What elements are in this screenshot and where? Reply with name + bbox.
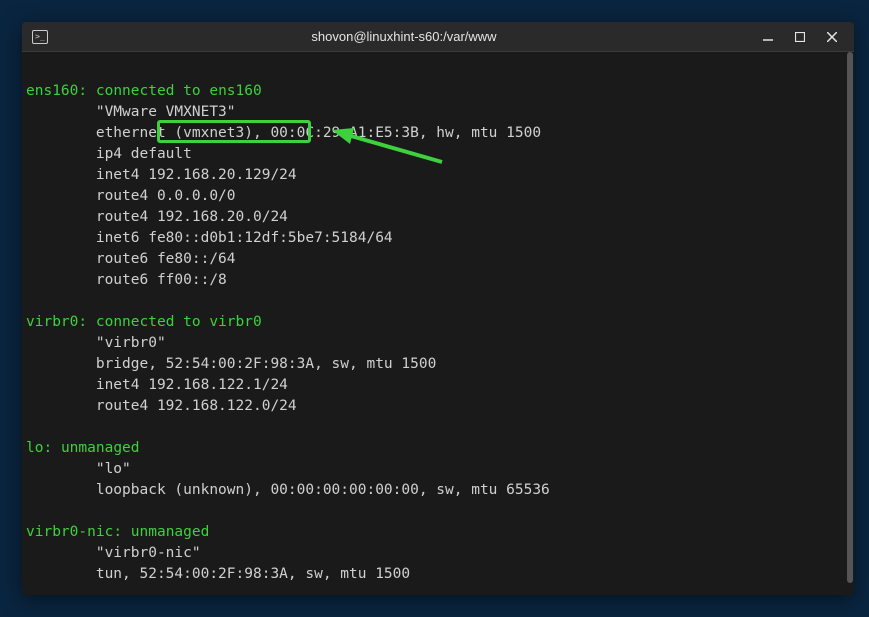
terminal-icon: >_ [32,30,48,44]
output-line: ip4 default [96,146,192,162]
output-line: "virbr0" [96,335,166,351]
output-line: route6 ff00::/8 [96,272,227,288]
close-button[interactable] [824,29,840,45]
terminal-content[interactable]: ens160: connected to ens160 "VMware VMXN… [22,52,854,595]
scrollbar[interactable] [847,52,853,594]
titlebar: >_ shovon@linuxhint-s60:/var/www [22,22,854,52]
output-line: "virbr0-nic" [96,545,201,561]
interface-header: virbr0-nic: unmanaged [26,524,209,540]
interface-header: virbr0: connected to virbr0 [26,314,262,330]
output-line: route6 fe80::/64 [96,251,236,267]
output-line: route4 192.168.20.0/24 [96,209,288,225]
window-controls [760,29,848,45]
scrollbar-thumb[interactable] [847,52,853,583]
output-line: inet4 192.168.122.1/24 [96,377,288,393]
output-line: inet6 fe80::d0b1:12df:5be7:5184/64 [96,230,393,246]
output-line: "lo" [96,461,131,477]
output-line: inet4 192.168.20.129/24 [96,167,297,183]
output-line: "VMware VMXNET3" [96,104,236,120]
output-line: bridge, 52:54:00:2F:98:3A, sw, mtu 1500 [96,356,436,372]
terminal-window: >_ shovon@linuxhint-s60:/var/www ens160:… [22,22,854,595]
interface-header: ens160: connected to ens160 [26,83,262,99]
output-line: route4 192.168.122.0/24 [96,398,297,414]
window-title: shovon@linuxhint-s60:/var/www [48,29,760,44]
output-line: tun, 52:54:00:2F:98:3A, sw, mtu 1500 [96,566,410,582]
maximize-button[interactable] [792,29,808,45]
output-line: loopback (unknown), 00:00:00:00:00:00, s… [96,482,550,498]
interface-header: lo: unmanaged [26,440,140,456]
minimize-button[interactable] [760,29,776,45]
titlebar-left: >_ [28,30,48,44]
output-line: route4 0.0.0.0/0 [96,188,236,204]
output-line: ethernet (vmxnet3), 00:0C:29:A1:E5:3B, h… [96,125,541,141]
